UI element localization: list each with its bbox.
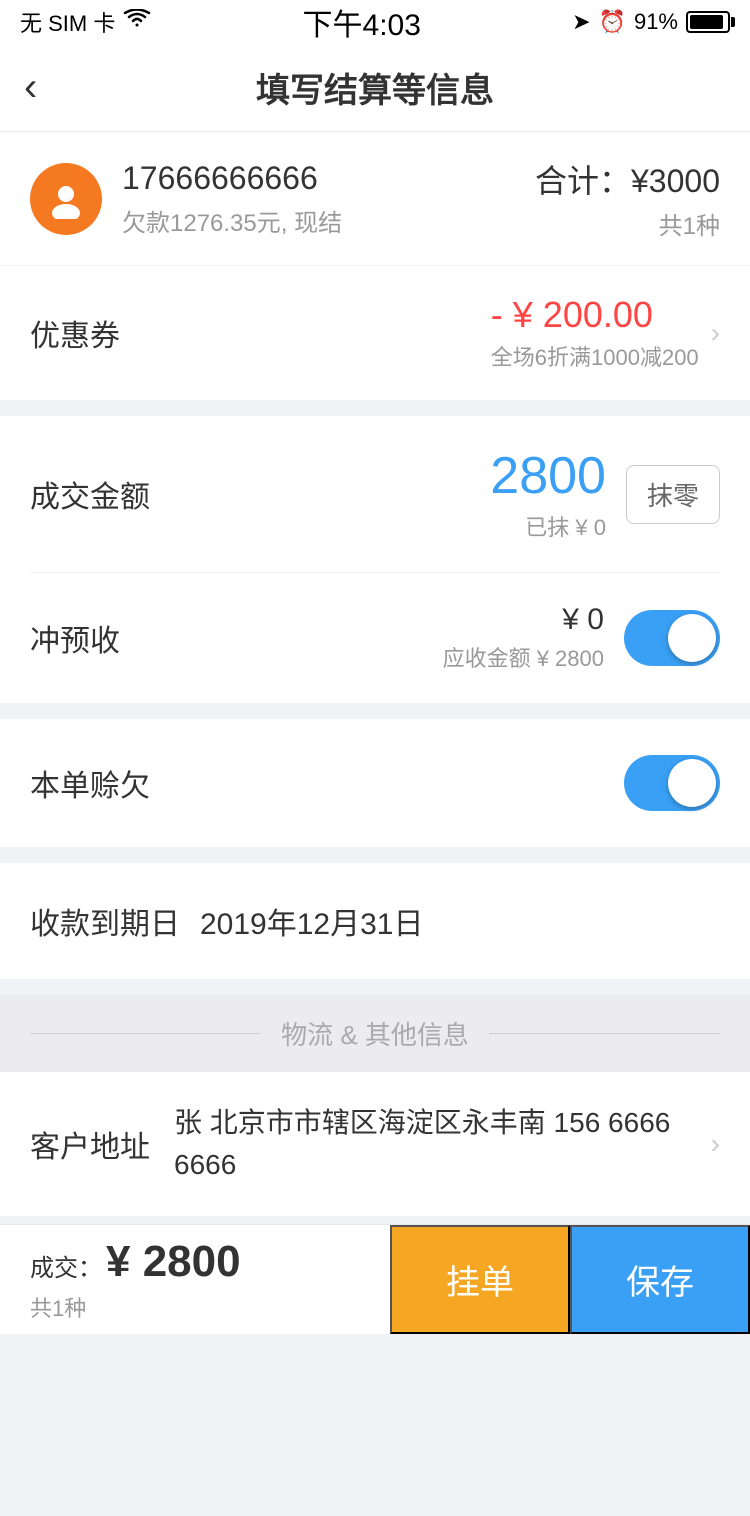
coupon-discount: - ¥ 200.00 <box>491 294 699 336</box>
page-title: 填写结算等信息 <box>256 63 494 112</box>
prepay-text: ¥ 0 应收金额 ¥ 2800 <box>443 603 604 673</box>
user-left: 17666666666 欠款1276.35元, 现结 <box>30 160 342 238</box>
sim-label: 无 SIM 卡 <box>20 6 115 38</box>
total-count: 共1种 <box>535 206 720 241</box>
duedate-value: 2019年12月31日 <box>200 899 423 943</box>
user-phone: 17666666666 <box>122 160 342 197</box>
coupon-right: - ¥ 200.00 全场6折满1000减200 › <box>491 294 720 372</box>
save-button[interactable]: 保存 <box>570 1225 750 1334</box>
prepay-row: 冲预收 ¥ 0 应收金额 ¥ 2800 <box>30 572 720 703</box>
deal-amount-row: 成交金额 2800 已抹 ¥ 0 抹零 <box>30 416 720 572</box>
back-button[interactable]: ‹ <box>24 65 37 110</box>
deal-amount-label: 成交金额 <box>30 472 150 516</box>
deal-section: 成交金额 2800 已抹 ¥ 0 抹零 冲预收 ¥ 0 应收金额 ¥ 2800 <box>0 416 750 703</box>
battery-percent: 91% <box>634 9 678 35</box>
pending-button[interactable]: 挂单 <box>390 1225 570 1334</box>
duedate-row: 收款到期日 2019年12月31日 <box>30 863 720 979</box>
status-time: 下午4:03 <box>303 0 421 44</box>
status-right: ➤ ⏰ 91% <box>572 9 730 35</box>
location-icon: ➤ <box>572 9 590 35</box>
prepay-toggle[interactable] <box>624 610 720 666</box>
user-card-section: 17666666666 欠款1276.35元, 现结 合计：¥3000 共1种 … <box>0 132 750 400</box>
deal-number: 2800 <box>490 446 606 506</box>
address-row[interactable]: 客户地址 张 北京市市辖区海淀区永丰南 156 6666 6666 › <box>30 1072 720 1216</box>
bottom-summary: 成交： ¥ 2800 共1种 <box>0 1237 390 1323</box>
battery-icon <box>686 11 730 33</box>
round-button[interactable]: 抹零 <box>626 465 720 524</box>
debit-row: 本单赊欠 <box>30 719 720 847</box>
bottom-deal-label: 成交： <box>30 1248 102 1283</box>
toggle-knob <box>668 614 716 662</box>
separator-section: 物流 & 其他信息 <box>0 995 750 1072</box>
status-left: 无 SIM 卡 <box>20 6 151 38</box>
address-chevron-icon: › <box>711 1128 720 1160</box>
deal-sub: 已抹 ¥ 0 <box>490 510 606 542</box>
user-total: 合计：¥3000 共1种 <box>535 156 720 241</box>
debit-toggle-knob <box>668 759 716 807</box>
prepay-sub: 应收金额 ¥ 2800 <box>443 641 604 673</box>
bottom-amount: ¥ 2800 <box>106 1237 241 1287</box>
coupon-label: 优惠券 <box>30 311 120 355</box>
address-label: 客户地址 <box>30 1122 150 1166</box>
nav-bar: ‹ 填写结算等信息 <box>0 44 750 132</box>
prepay-label: 冲预收 <box>30 616 120 660</box>
duedate-section: 收款到期日 2019年12月31日 <box>0 863 750 979</box>
alarm-icon: ⏰ <box>599 9 626 35</box>
coupon-row[interactable]: 优惠券 - ¥ 200.00 全场6折满1000减200 › <box>0 265 750 400</box>
address-section: 客户地址 张 北京市市辖区海淀区永丰南 156 6666 6666 › <box>0 1072 750 1216</box>
prepay-right: ¥ 0 应收金额 ¥ 2800 <box>443 603 720 673</box>
coupon-desc: 全场6折满1000减200 <box>491 340 699 372</box>
user-row: 17666666666 欠款1276.35元, 现结 合计：¥3000 共1种 <box>0 132 750 265</box>
bottom-bar: 成交： ¥ 2800 共1种 挂单 保存 <box>0 1224 750 1334</box>
chevron-right-icon: › <box>711 317 720 349</box>
status-bar: 无 SIM 卡 下午4:03 ➤ ⏰ 91% <box>0 0 750 44</box>
prepay-amount: ¥ 0 <box>443 603 604 637</box>
separator-text: 物流 & 其他信息 <box>261 1015 489 1052</box>
debit-toggle[interactable] <box>624 755 720 811</box>
debit-label: 本单赊欠 <box>30 761 150 805</box>
user-debt: 欠款1276.35元, 现结 <box>122 203 342 238</box>
total-amount: 合计：¥3000 <box>535 156 720 202</box>
avatar <box>30 163 102 235</box>
address-value: 张 北京市市辖区海淀区永丰南 156 6666 6666 <box>174 1102 711 1186</box>
deal-amount-right: 2800 已抹 ¥ 0 抹零 <box>490 446 720 542</box>
bottom-count: 共1种 <box>30 1291 360 1323</box>
wifi-icon <box>123 9 151 35</box>
user-info: 17666666666 欠款1276.35元, 现结 <box>122 160 342 238</box>
duedate-label: 收款到期日 <box>30 899 180 943</box>
debit-section: 本单赊欠 <box>0 719 750 847</box>
bottom-deal-row: 成交： ¥ 2800 <box>30 1237 360 1287</box>
